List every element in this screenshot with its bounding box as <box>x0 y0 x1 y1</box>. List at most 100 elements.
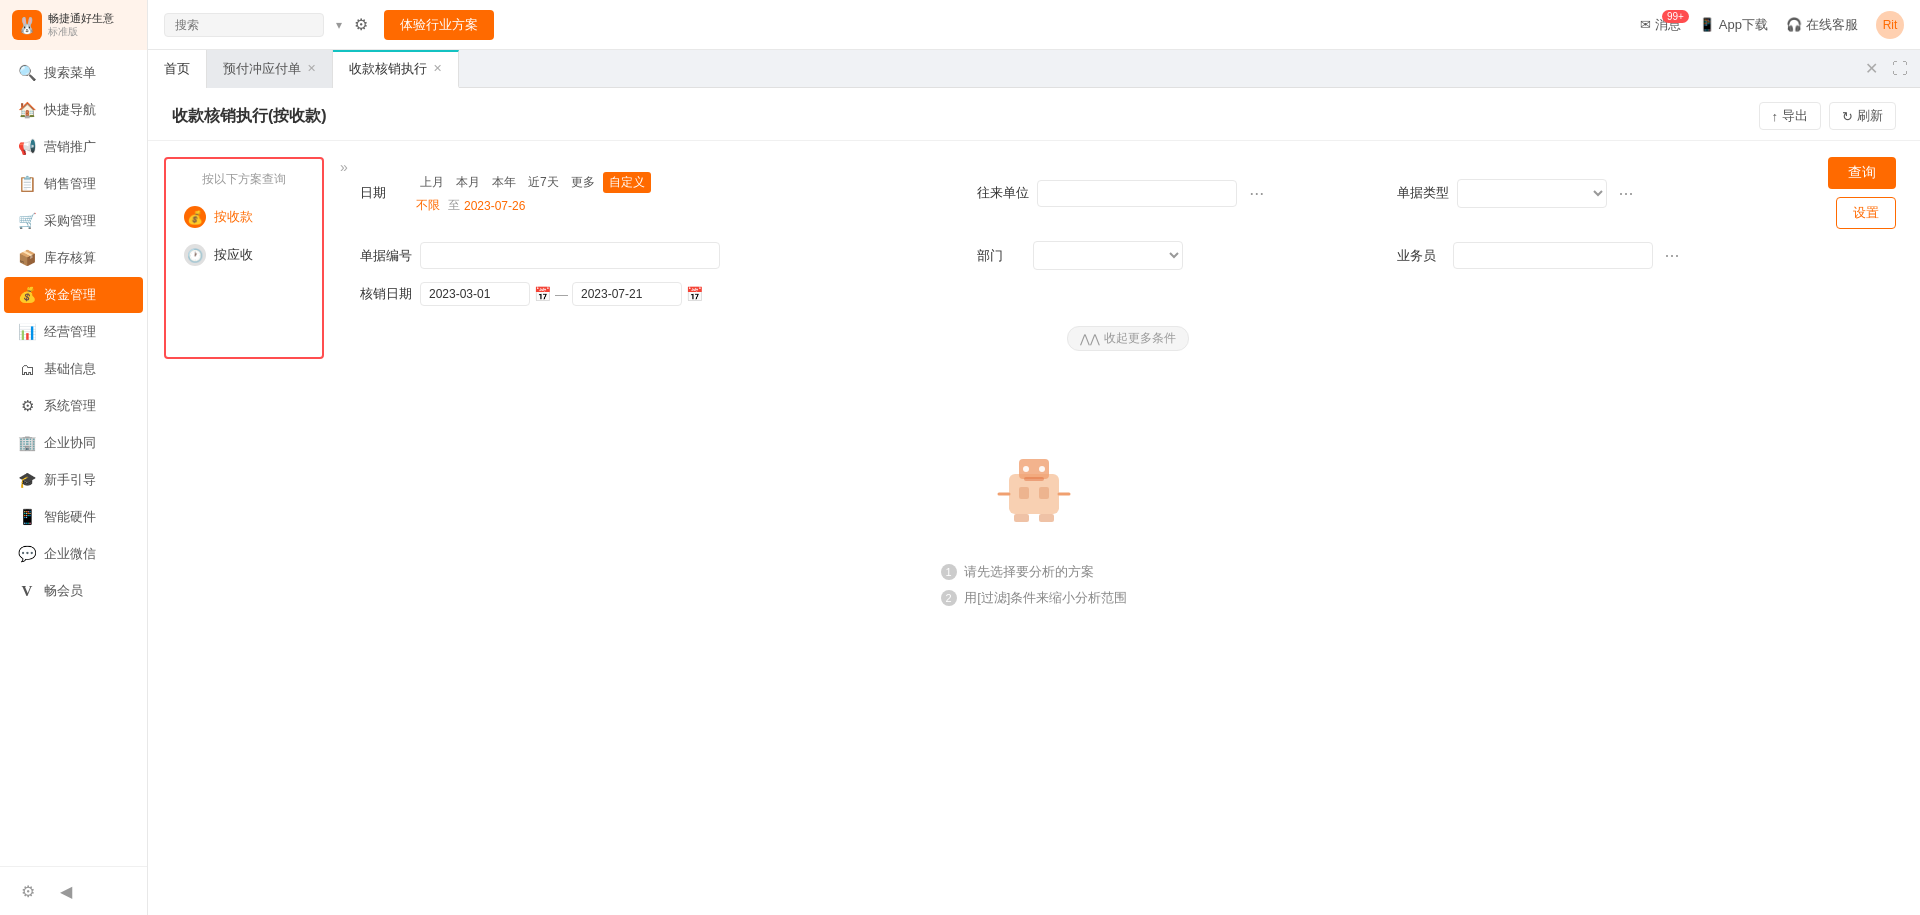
purchase-icon: 🛒 <box>18 212 36 230</box>
collapse-sidebar-btn[interactable]: ◀ <box>52 877 80 905</box>
staff-input[interactable] <box>1453 242 1653 269</box>
date-end-value: 2023-07-26 <box>464 199 525 213</box>
date-7days[interactable]: 近7天 <box>524 172 563 193</box>
tab-collection[interactable]: 收款核销执行 ✕ <box>333 50 459 88</box>
filter-field-dept: 部门 <box>977 241 1372 270</box>
search-icon: 🔍 <box>18 64 36 82</box>
tip-num-1: 1 <box>941 564 957 580</box>
filter-collapse-btn[interactable]: » <box>340 157 360 359</box>
sidebar-item-quicknav[interactable]: 🏠 快捷导航 <box>4 92 143 128</box>
tab-close-all-btn[interactable]: ✕ <box>1861 57 1882 80</box>
filter-form: 日期 上月 本月 本年 近7天 更多 自定义 不限 <box>360 157 1896 359</box>
svg-rect-6 <box>1039 487 1049 499</box>
guide-icon: 🎓 <box>18 471 36 489</box>
app-download-btn[interactable]: 📱 App下载 <box>1699 16 1768 34</box>
docno-input[interactable] <box>420 242 720 269</box>
tab-home[interactable]: 首页 <box>148 50 207 88</box>
svg-rect-8 <box>1039 514 1054 522</box>
verify-date-from-input[interactable] <box>420 282 530 306</box>
sidebar-item-system[interactable]: ⚙ 系统管理 <box>4 388 143 424</box>
app-icon: 📱 <box>1699 17 1715 32</box>
collapse-more-button[interactable]: ⋀⋀ 收起更多条件 <box>1067 326 1189 351</box>
empty-state: 1 请先选择要分析的方案 2 用[过滤]条件来缩小分析范围 <box>148 359 1920 671</box>
date-shortcuts-group: 上月 本月 本年 近7天 更多 自定义 不限 至 2023-07-26 <box>416 172 651 214</box>
sidebar-item-wechat[interactable]: 💬 企业微信 <box>4 536 143 572</box>
filter-field-verify-date: 核销日期 📅 — 📅 <box>360 282 1896 306</box>
svg-point-3 <box>1039 466 1045 472</box>
filter-field-staff: 业务员 ··· <box>1397 242 1792 269</box>
sidebar-item-hardware[interactable]: 📱 智能硬件 <box>4 499 143 535</box>
date-label: 日期 <box>360 184 408 202</box>
filter-option-receivable[interactable]: 🕐 按应收 <box>174 236 314 274</box>
topbar-gear-icon[interactable]: ⚙ <box>354 15 368 34</box>
collapse-more-row: ⋀⋀ 收起更多条件 <box>360 318 1896 359</box>
tab-prepay[interactable]: 预付冲应付单 ✕ <box>207 50 333 88</box>
date-last-month[interactable]: 上月 <box>416 172 448 193</box>
sidebar-logo: 🐰 畅捷通好生意 标准版 <box>0 0 147 50</box>
topbar-search-input[interactable] <box>164 13 324 37</box>
logo-text: 畅捷通好生意 标准版 <box>48 11 114 39</box>
filter-row-1: 日期 上月 本月 本年 近7天 更多 自定义 不限 <box>360 157 1896 229</box>
tab-collection-close[interactable]: ✕ <box>433 62 442 75</box>
doctype-ellipsis-btn[interactable]: ··· <box>1615 183 1638 204</box>
sidebar-nav: 🔍 搜索菜单 🏠 快捷导航 📢 营销推广 📋 销售管理 🛒 采购管理 📦 库存核… <box>0 50 147 866</box>
verify-date-to-input[interactable] <box>572 282 682 306</box>
user-avatar[interactable]: Rit <box>1876 11 1904 39</box>
tab-prepay-close[interactable]: ✕ <box>307 62 316 75</box>
tabbar-actions: ✕ ⛶ <box>1861 57 1920 80</box>
date-custom[interactable]: 自定义 <box>603 172 651 193</box>
dept-select[interactable] <box>1033 241 1183 270</box>
date-this-year[interactable]: 本年 <box>488 172 520 193</box>
sidebar-item-finance[interactable]: 💰 资金管理 <box>4 277 143 313</box>
messages-badge: 99+ <box>1662 10 1689 23</box>
industry-plan-button[interactable]: 体验行业方案 <box>384 10 494 40</box>
finance-icon: 💰 <box>18 286 36 304</box>
sidebar-item-enterprise[interactable]: 🏢 企业协同 <box>4 425 143 461</box>
messages-btn[interactable]: ✉ 消息 99+ <box>1640 16 1681 34</box>
sidebar-item-vip[interactable]: V 畅会员 <box>4 573 143 609</box>
verify-date-label: 核销日期 <box>360 285 412 303</box>
sidebar-item-marketing[interactable]: 📢 营销推广 <box>4 129 143 165</box>
doctype-select[interactable] <box>1457 179 1607 208</box>
staff-label: 业务员 <box>1397 247 1445 265</box>
sidebar-item-inventory[interactable]: 📦 库存核算 <box>4 240 143 276</box>
settings-button[interactable]: 设置 <box>1836 197 1896 229</box>
partner-ellipsis-btn[interactable]: ··· <box>1245 183 1268 204</box>
query-button[interactable]: 查询 <box>1828 157 1896 189</box>
sidebar-item-basic[interactable]: 🗂 基础信息 <box>4 351 143 387</box>
date-more[interactable]: 更多 <box>567 172 599 193</box>
filter-field-doctype: 单据类型 ··· <box>1397 179 1792 208</box>
page-header: 收款核销执行(按收款) ↑ 导出 ↻ 刷新 <box>148 88 1920 141</box>
date-shortcuts: 上月 本月 本年 近7天 更多 自定义 <box>416 172 651 193</box>
docno-label: 单据编号 <box>360 247 412 265</box>
sidebar-item-search[interactable]: 🔍 搜索菜单 <box>4 55 143 91</box>
svg-rect-4 <box>1024 477 1044 481</box>
filter-actions: 查询 设置 <box>1816 157 1896 229</box>
tip-num-2: 2 <box>941 590 957 606</box>
refresh-button[interactable]: ↻ 刷新 <box>1829 102 1896 130</box>
date-this-month[interactable]: 本月 <box>452 172 484 193</box>
staff-ellipsis-btn[interactable]: ··· <box>1661 245 1684 266</box>
online-service-btn[interactable]: 🎧 在线客服 <box>1786 16 1858 34</box>
settings-footer-btn[interactable]: ⚙ <box>14 877 42 905</box>
topbar: ▾ ⚙ 体验行业方案 ✉ 消息 99+ 📱 App下载 🎧 在线客服 Rit <box>148 0 1920 50</box>
tab-maximize-btn[interactable]: ⛶ <box>1888 58 1912 80</box>
sidebar-item-guide[interactable]: 🎓 新手引导 <box>4 462 143 498</box>
sidebar-item-sales[interactable]: 📋 销售管理 <box>4 166 143 202</box>
verify-date-to-icon[interactable]: 📅 <box>686 286 703 302</box>
page-header-actions: ↑ 导出 ↻ 刷新 <box>1759 102 1897 130</box>
sidebar-item-purchase[interactable]: 🛒 采购管理 <box>4 203 143 239</box>
export-button[interactable]: ↑ 导出 <box>1759 102 1822 130</box>
sidebar-item-operations[interactable]: 📊 经营管理 <box>4 314 143 350</box>
filter-field-date: 日期 上月 本月 本年 近7天 更多 自定义 不限 <box>360 172 953 214</box>
filter-option-receipt[interactable]: 💰 按收款 <box>174 198 314 236</box>
filter-area: 按以下方案查询 💰 按收款 🕐 按应收 » 日期 <box>148 141 1920 359</box>
topbar-dropdown-arrow[interactable]: ▾ <box>336 18 342 32</box>
content-area: 收款核销执行(按收款) ↑ 导出 ↻ 刷新 按以下方案查询 💰 按收款 <box>148 88 1920 915</box>
empty-svg <box>984 439 1084 539</box>
hardware-icon: 📱 <box>18 508 36 526</box>
partner-input[interactable] <box>1037 180 1237 207</box>
verify-date-from-icon[interactable]: 📅 <box>534 286 551 302</box>
empty-illustration <box>984 439 1084 539</box>
svg-rect-7 <box>1014 514 1029 522</box>
